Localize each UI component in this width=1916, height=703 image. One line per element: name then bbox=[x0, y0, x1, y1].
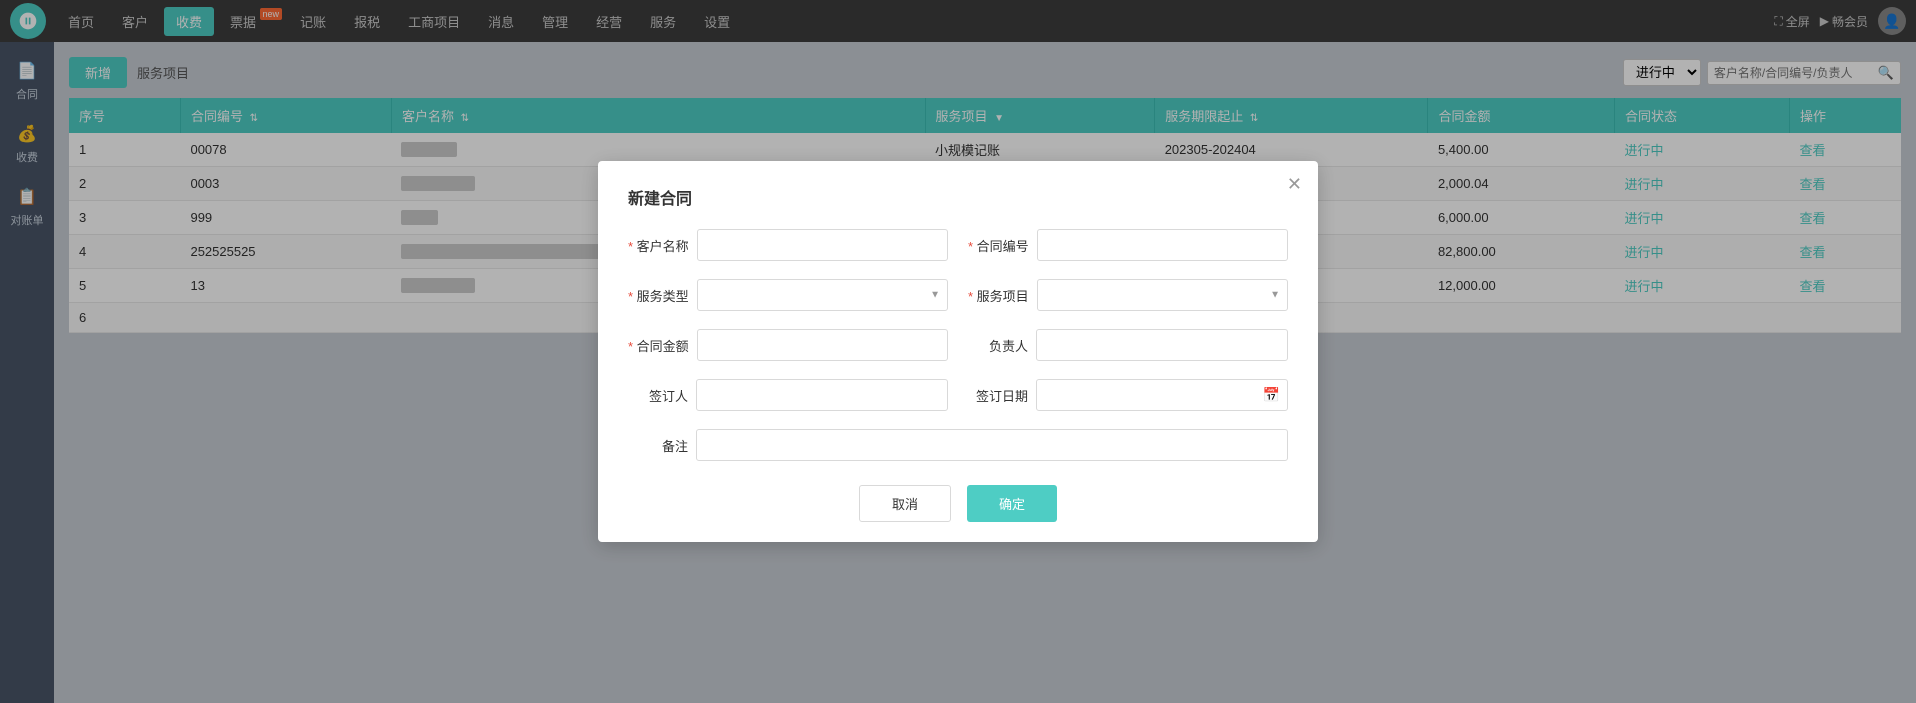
label-note: 备注 bbox=[628, 436, 688, 455]
input-contract-no[interactable] bbox=[1037, 229, 1288, 261]
form-row-5: 备注 bbox=[628, 429, 1288, 461]
field-contract-no: 合同编号 bbox=[968, 229, 1288, 261]
label-sign-date: 签订日期 bbox=[968, 386, 1028, 405]
input-customer-name[interactable] bbox=[697, 229, 948, 261]
label-customer-name: 客户名称 bbox=[628, 236, 689, 255]
field-note: 备注 bbox=[628, 429, 1288, 461]
form-row-2: 服务类型 服务项目 bbox=[628, 279, 1288, 311]
input-responsible[interactable] bbox=[1036, 329, 1288, 361]
form-row-3: 合同金额 0.00 负责人 bbox=[628, 329, 1288, 361]
calendar-icon[interactable]: 📅 bbox=[1263, 387, 1280, 404]
field-amount: 合同金额 0.00 bbox=[628, 329, 948, 361]
modal-footer: 取消 确定 bbox=[628, 485, 1288, 522]
form-row-4: 签订人 签订日期 2023-06-06 📅 bbox=[628, 379, 1288, 411]
field-sign-date: 签订日期 2023-06-06 📅 bbox=[968, 379, 1288, 411]
input-sign-date[interactable]: 2023-06-06 bbox=[1036, 379, 1288, 411]
label-service-item: 服务项目 bbox=[968, 286, 1029, 305]
modal-close-button[interactable]: ✕ bbox=[1287, 175, 1302, 193]
modal-title: 新建合同 bbox=[628, 185, 1288, 209]
field-customer-name: 客户名称 bbox=[628, 229, 948, 261]
input-signer[interactable] bbox=[696, 379, 948, 411]
select-service-type[interactable] bbox=[697, 279, 948, 311]
input-note[interactable] bbox=[696, 429, 1288, 461]
field-responsible: 负责人 bbox=[968, 329, 1288, 361]
confirm-button[interactable]: 确定 bbox=[967, 485, 1057, 522]
label-amount: 合同金额 bbox=[628, 336, 689, 355]
label-responsible: 负责人 bbox=[968, 336, 1028, 355]
modal-overlay: ✕ 新建合同 客户名称 合同编号 服务类型 bbox=[0, 0, 1916, 703]
field-service-item: 服务项目 bbox=[968, 279, 1288, 311]
label-signer: 签订人 bbox=[628, 386, 688, 405]
field-service-type: 服务类型 bbox=[628, 279, 948, 311]
form-row-1: 客户名称 合同编号 bbox=[628, 229, 1288, 261]
new-contract-modal: ✕ 新建合同 客户名称 合同编号 服务类型 bbox=[598, 161, 1318, 542]
field-signer: 签订人 bbox=[628, 379, 948, 411]
label-contract-no: 合同编号 bbox=[968, 236, 1029, 255]
label-service-type: 服务类型 bbox=[628, 286, 689, 305]
cancel-button[interactable]: 取消 bbox=[859, 485, 951, 522]
input-amount[interactable]: 0.00 bbox=[697, 329, 948, 361]
select-service-item[interactable] bbox=[1037, 279, 1288, 311]
